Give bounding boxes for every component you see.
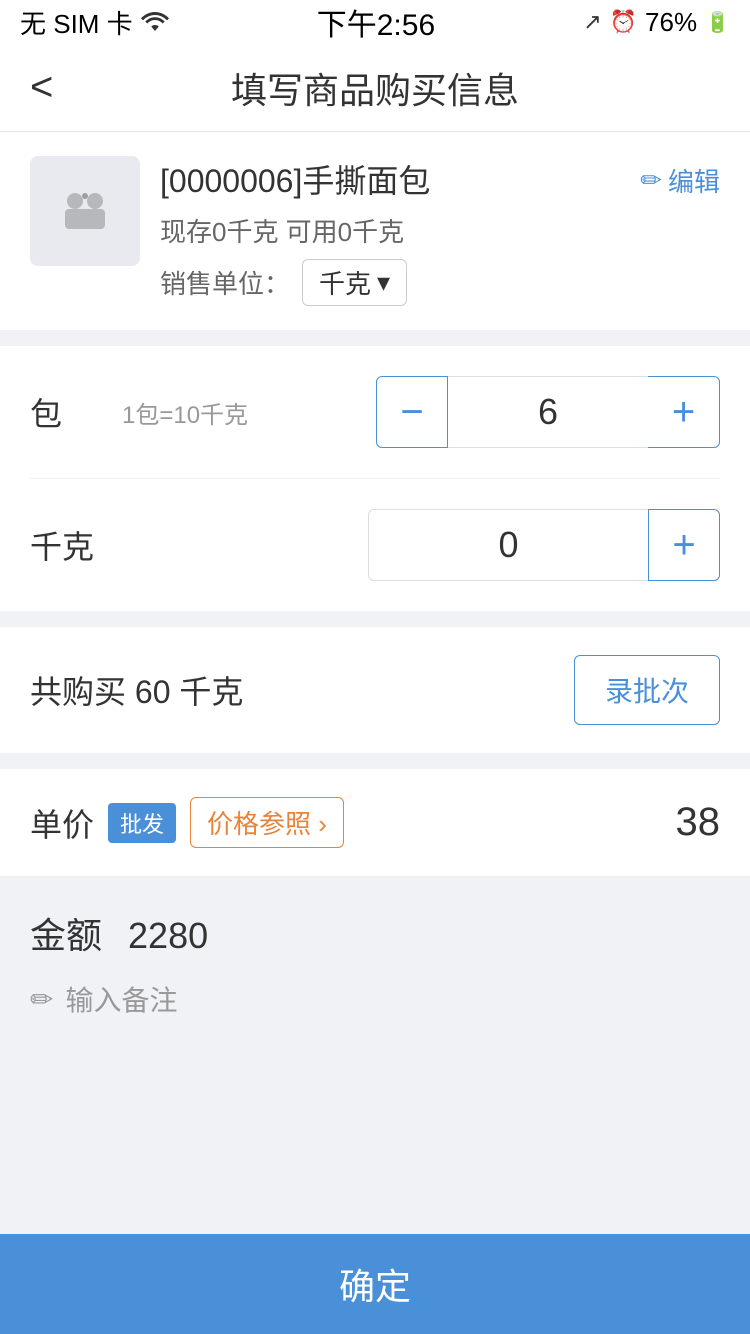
alarm-icon: ⏰ [610, 9, 637, 35]
status-right: ↗ ⏰ 76% 🔋 [583, 7, 730, 38]
kg-plus-button[interactable]: + [648, 509, 720, 581]
product-name: [0000006]手撕面包 [160, 156, 720, 202]
price-tag: 批发 [108, 803, 176, 843]
back-button[interactable]: < [30, 65, 53, 110]
input-section: 包 1包=10千克 − + 千克 + [0, 346, 750, 611]
spacer [0, 1127, 750, 1235]
amount-value: 2280 [128, 915, 208, 956]
battery-text: 76% [645, 7, 697, 38]
price-section: 单价 批发 价格参照 › 38 [0, 769, 750, 877]
amount-label: 金额 [30, 915, 102, 956]
product-unit-row: 销售单位： 千克 ▾ [160, 259, 720, 306]
price-label: 单价 [30, 800, 94, 846]
product-stock: 现存0千克 可用0千克 [160, 212, 720, 249]
time-display: 下午2:56 [317, 0, 435, 44]
bao-input-row: 包 1包=10千克 − + [30, 346, 720, 479]
bao-minus-button[interactable]: − [376, 376, 448, 448]
status-bar: 无 SIM 卡 下午2:56 ↗ ⏰ 76% 🔋 [0, 0, 750, 44]
amount-row: 金额 2280 [30, 907, 720, 959]
edit-icon: ✏ [640, 165, 662, 196]
location-icon: ↗ [583, 9, 601, 35]
bao-controls: − + [376, 376, 720, 448]
price-row: 单价 批发 价格参照 › 38 [0, 769, 750, 877]
total-row: 共购买 60 千克 录批次 [0, 627, 750, 753]
batch-button[interactable]: 录批次 [574, 655, 720, 725]
product-thumbnail-icon [55, 181, 115, 241]
bao-plus-button[interactable]: + [648, 376, 720, 448]
remark-row[interactable]: ✏ 输入备注 [30, 979, 720, 1019]
product-card: [0000006]手撕面包 现存0千克 可用0千克 销售单位： 千克 ▾ ✏ 编… [0, 132, 750, 330]
carrier-text: 无 SIM 卡 [20, 4, 133, 41]
bao-hint: 1包=10千克 [122, 395, 376, 430]
bao-input[interactable] [448, 376, 648, 448]
price-ref-button[interactable]: 价格参照 › [190, 797, 344, 848]
total-text: 共购买 60 千克 [30, 667, 243, 713]
status-left: 无 SIM 卡 [20, 4, 169, 41]
product-image [30, 156, 140, 266]
page-title: 填写商品购买信息 [231, 62, 519, 114]
wifi-icon [141, 7, 169, 38]
kg-label: 千克 [30, 522, 110, 568]
pencil-icon: ✏ [30, 983, 53, 1016]
confirm-button[interactable]: 确定 [0, 1234, 750, 1334]
kg-input-row: 千克 + [30, 479, 720, 611]
nav-bar: < 填写商品购买信息 [0, 44, 750, 132]
kg-input[interactable] [368, 509, 648, 581]
battery-icon: 🔋 [705, 10, 730, 35]
remark-placeholder: 输入备注 [65, 979, 177, 1019]
edit-button[interactable]: ✏ 编辑 [640, 162, 720, 199]
amount-section: 金额 2280 ✏ 输入备注 [0, 877, 750, 1127]
unit-label: 销售单位： [160, 264, 290, 301]
price-value: 38 [676, 800, 721, 845]
kg-controls: + [368, 509, 720, 581]
product-info: [0000006]手撕面包 现存0千克 可用0千克 销售单位： 千克 ▾ [160, 156, 720, 306]
unit-select[interactable]: 千克 ▾ [302, 259, 407, 306]
chevron-down-icon: ▾ [377, 267, 390, 298]
bao-label: 包 [30, 389, 110, 435]
